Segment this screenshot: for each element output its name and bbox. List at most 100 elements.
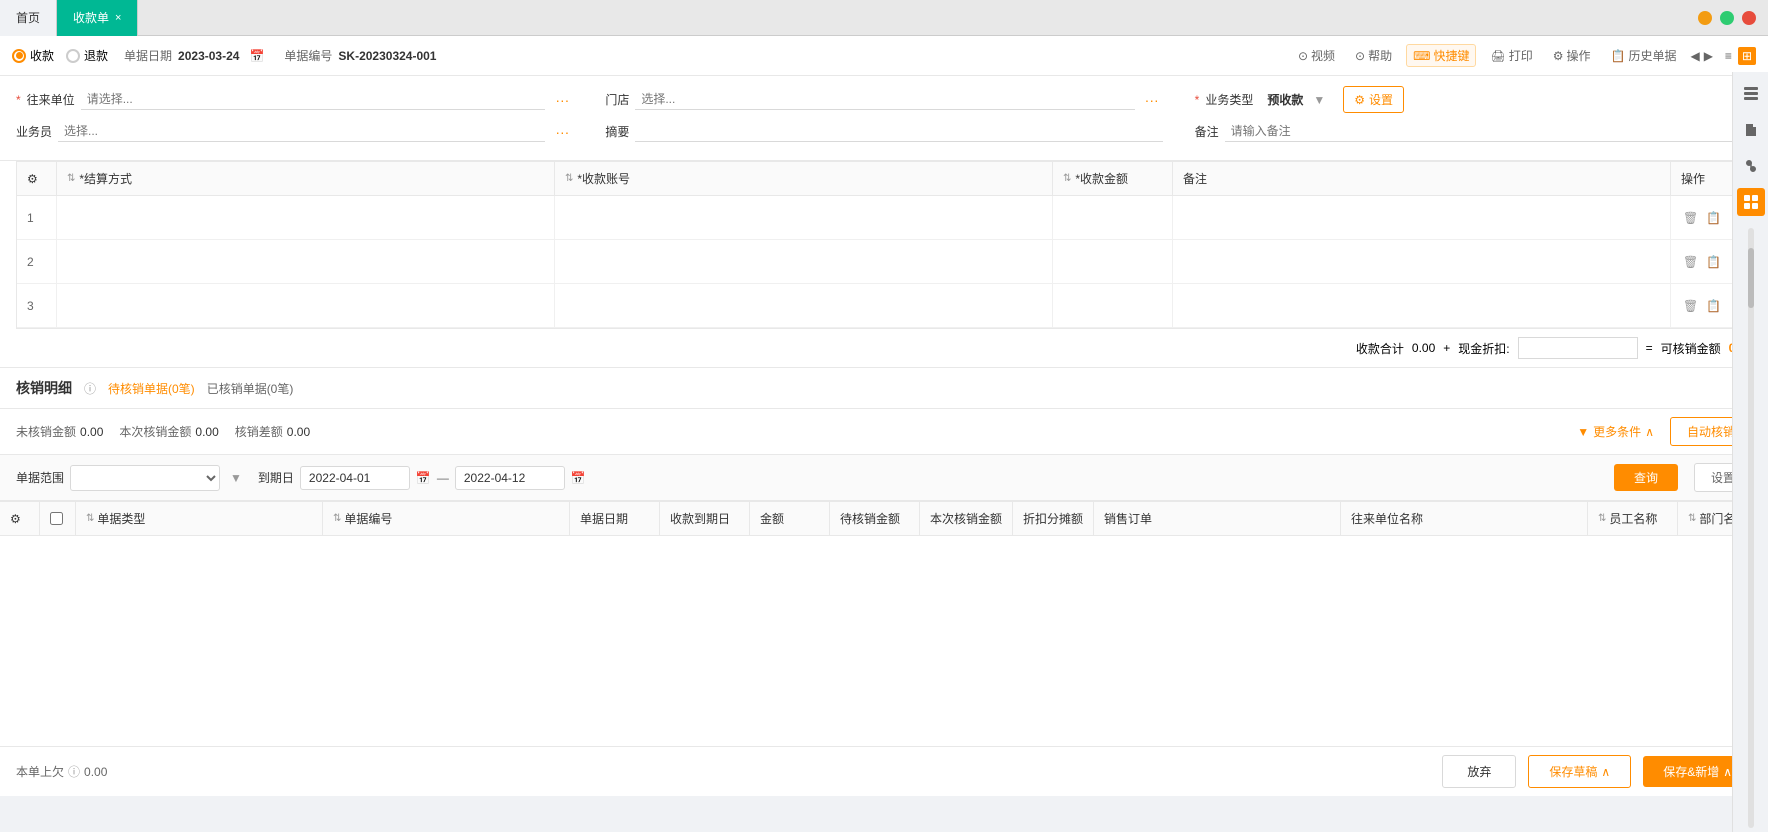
range-select[interactable] [70, 465, 220, 491]
grid-view-btn[interactable]: ⊞ [1738, 47, 1756, 65]
save-draft-button[interactable]: 保存草稿 ∧ [1528, 755, 1631, 788]
agent-more-btn[interactable]: ··· [551, 124, 573, 140]
doc-date-label: 单据日期 [580, 510, 628, 527]
settings-button[interactable]: ⚙ 设置 [1343, 86, 1404, 113]
summary-input[interactable] [635, 121, 1162, 142]
window-minimize-button[interactable] [1698, 11, 1712, 25]
shortcut-btn[interactable]: ⌨ 快捷键 [1406, 44, 1476, 67]
th-settings[interactable]: ⚙ [17, 162, 57, 195]
range-chevron: ▼ [230, 471, 242, 485]
td-row2-account[interactable] [555, 240, 1053, 283]
biz-type-field: * 业务类型 预收款 ▼ ⚙ 设置 [1195, 86, 1752, 113]
radio-collection[interactable]: 收款 [12, 47, 54, 64]
th-amount-sort[interactable]: ⇅ [1063, 173, 1071, 184]
sidebar-link-icon[interactable] [1737, 152, 1765, 180]
remark-input[interactable] [1225, 121, 1752, 142]
bottom-th-settings[interactable]: ⚙ [0, 502, 40, 535]
td-row1-account[interactable] [555, 196, 1053, 239]
td-row1-amount[interactable] [1053, 196, 1173, 239]
td-row2-amount[interactable] [1053, 240, 1173, 283]
form-row-2: 业务员 ··· 摘要 备注 [16, 121, 1752, 142]
td-row1-settlement[interactable] [57, 196, 555, 239]
sidebar-doc-icon[interactable] [1737, 116, 1765, 144]
sidebar-active-icon[interactable] [1737, 188, 1765, 216]
td-row3-remark[interactable] [1173, 284, 1671, 327]
verification-info-icon[interactable]: ⓘ [84, 380, 96, 397]
verification-section: 核销明细 ⓘ 待核销单据(0笔) 已核销单据(0笔) 未核销金额 0.00 本次… [0, 368, 1768, 746]
radio-refund[interactable]: 退款 [66, 47, 108, 64]
query-button[interactable]: 查询 [1614, 464, 1678, 491]
total-value: 0.00 [1412, 341, 1435, 355]
video-btn[interactable]: ⊙ 视频 [1292, 45, 1341, 66]
due-label: 到期日 [258, 469, 294, 486]
discard-label: 放弃 [1467, 765, 1491, 779]
done-tab[interactable]: 已核销单据(0笔) [207, 380, 294, 397]
partner-input[interactable] [81, 89, 546, 110]
select-all-checkbox[interactable] [50, 512, 63, 525]
history-btn[interactable]: 📋 历史单据 [1604, 45, 1682, 66]
td-row3-account[interactable] [555, 284, 1053, 327]
store-input[interactable] [635, 89, 1134, 110]
bottom-bar: 本单上欠 ⓘ 0.00 放弃 保存草稿 ∧ 保存&新增 ∧ [0, 746, 1768, 796]
employee-sort[interactable]: ⇅ [1598, 513, 1606, 524]
sidebar-scrollbar[interactable] [1748, 228, 1754, 828]
summary-row: 收款合计 0.00 + 现金折扣: = 可核销金额 0.00 [0, 329, 1768, 368]
tab-collection[interactable]: 收款单 × [57, 0, 138, 36]
th-amount: ⇅ *收款金额 [1053, 162, 1173, 195]
due-end-calendar-icon[interactable]: 📅 [571, 471, 586, 485]
copy-icon-row2[interactable]: 📋 [1704, 253, 1723, 271]
print-btn[interactable]: 🖨 打印 [1484, 45, 1538, 66]
operation-btn[interactable]: ⚙ 操作 [1547, 45, 1597, 66]
num-value[interactable]: SK-20230324-001 [338, 49, 436, 63]
toolbar-actions: ⊙ 视频 ⊙ 帮助 ⌨ 快捷键 🖨 打印 ⚙ 操作 📋 历史单据 [1292, 44, 1756, 67]
td-row2-remark[interactable] [1173, 240, 1671, 283]
bottom-th-partner: 往来单位名称 [1341, 502, 1588, 535]
pending-tab[interactable]: 待核销单据(0笔) [108, 380, 195, 397]
window-maximize-button[interactable] [1720, 11, 1734, 25]
tab-close-icon[interactable]: × [115, 12, 121, 24]
list-view-btn[interactable]: ≡ [1721, 47, 1736, 65]
td-row3-settlement[interactable] [57, 284, 555, 327]
th-account-label: *收款账号 [577, 170, 630, 187]
next-arrow[interactable]: ▶ [1704, 49, 1713, 63]
radio-refund-dot [66, 49, 80, 63]
tab-home-label: 首页 [16, 9, 40, 26]
delete-icon-row2[interactable]: 🗑 [1681, 253, 1700, 271]
delete-icon-row3[interactable]: 🗑 [1681, 297, 1700, 315]
partner-required: * [16, 93, 21, 107]
discard-button[interactable]: 放弃 [1442, 755, 1516, 788]
discount-input[interactable] [1518, 337, 1638, 359]
view-toggle: ≡ ⊞ [1721, 47, 1756, 65]
bottom-info-icon[interactable]: ⓘ [68, 763, 80, 780]
window-close-button[interactable] [1742, 11, 1756, 25]
doc-num-sort[interactable]: ⇅ [333, 513, 341, 524]
tab-home[interactable]: 首页 [0, 0, 57, 36]
th-operation-label: 操作 [1681, 170, 1705, 187]
due-start-calendar-icon[interactable]: 📅 [416, 471, 431, 485]
auto-writeoff-label: 自动核销 [1687, 425, 1735, 439]
help-btn[interactable]: ⊙ 帮助 [1349, 45, 1398, 66]
td-row2-settlement[interactable] [57, 240, 555, 283]
prev-arrow[interactable]: ◀ [1690, 49, 1699, 63]
delete-icon-row1[interactable]: 🗑 [1681, 209, 1700, 227]
copy-icon-row3[interactable]: 📋 [1704, 297, 1723, 315]
sidebar-table-icon[interactable] [1737, 80, 1765, 108]
due-end-input[interactable] [455, 466, 565, 490]
store-more-btn[interactable]: ··· [1141, 92, 1163, 108]
doc-type-sort[interactable]: ⇅ [86, 513, 94, 524]
more-conditions-btn[interactable]: ▼ 更多条件 ∧ [1577, 423, 1654, 440]
partner-more-btn[interactable]: ··· [551, 92, 573, 108]
th-account-sort[interactable]: ⇅ [565, 173, 573, 184]
date-value[interactable]: 2023-03-24 [178, 49, 239, 63]
bottom-th-discount: 折扣分摊额 [1013, 502, 1094, 535]
td-row1-remark[interactable] [1173, 196, 1671, 239]
dept-sort[interactable]: ⇅ [1688, 513, 1696, 524]
calendar-icon[interactable]: 📅 [245, 47, 268, 65]
nav-arrows: ◀ ▶ [1690, 49, 1712, 63]
copy-icon-row1[interactable]: 📋 [1704, 209, 1723, 227]
agent-input[interactable] [58, 121, 545, 142]
th-settlement-sort[interactable]: ⇅ [67, 173, 75, 184]
td-row3-amount[interactable] [1053, 284, 1173, 327]
due-start-input[interactable] [300, 466, 410, 490]
biz-type-chevron[interactable]: ▼ [1313, 93, 1325, 107]
